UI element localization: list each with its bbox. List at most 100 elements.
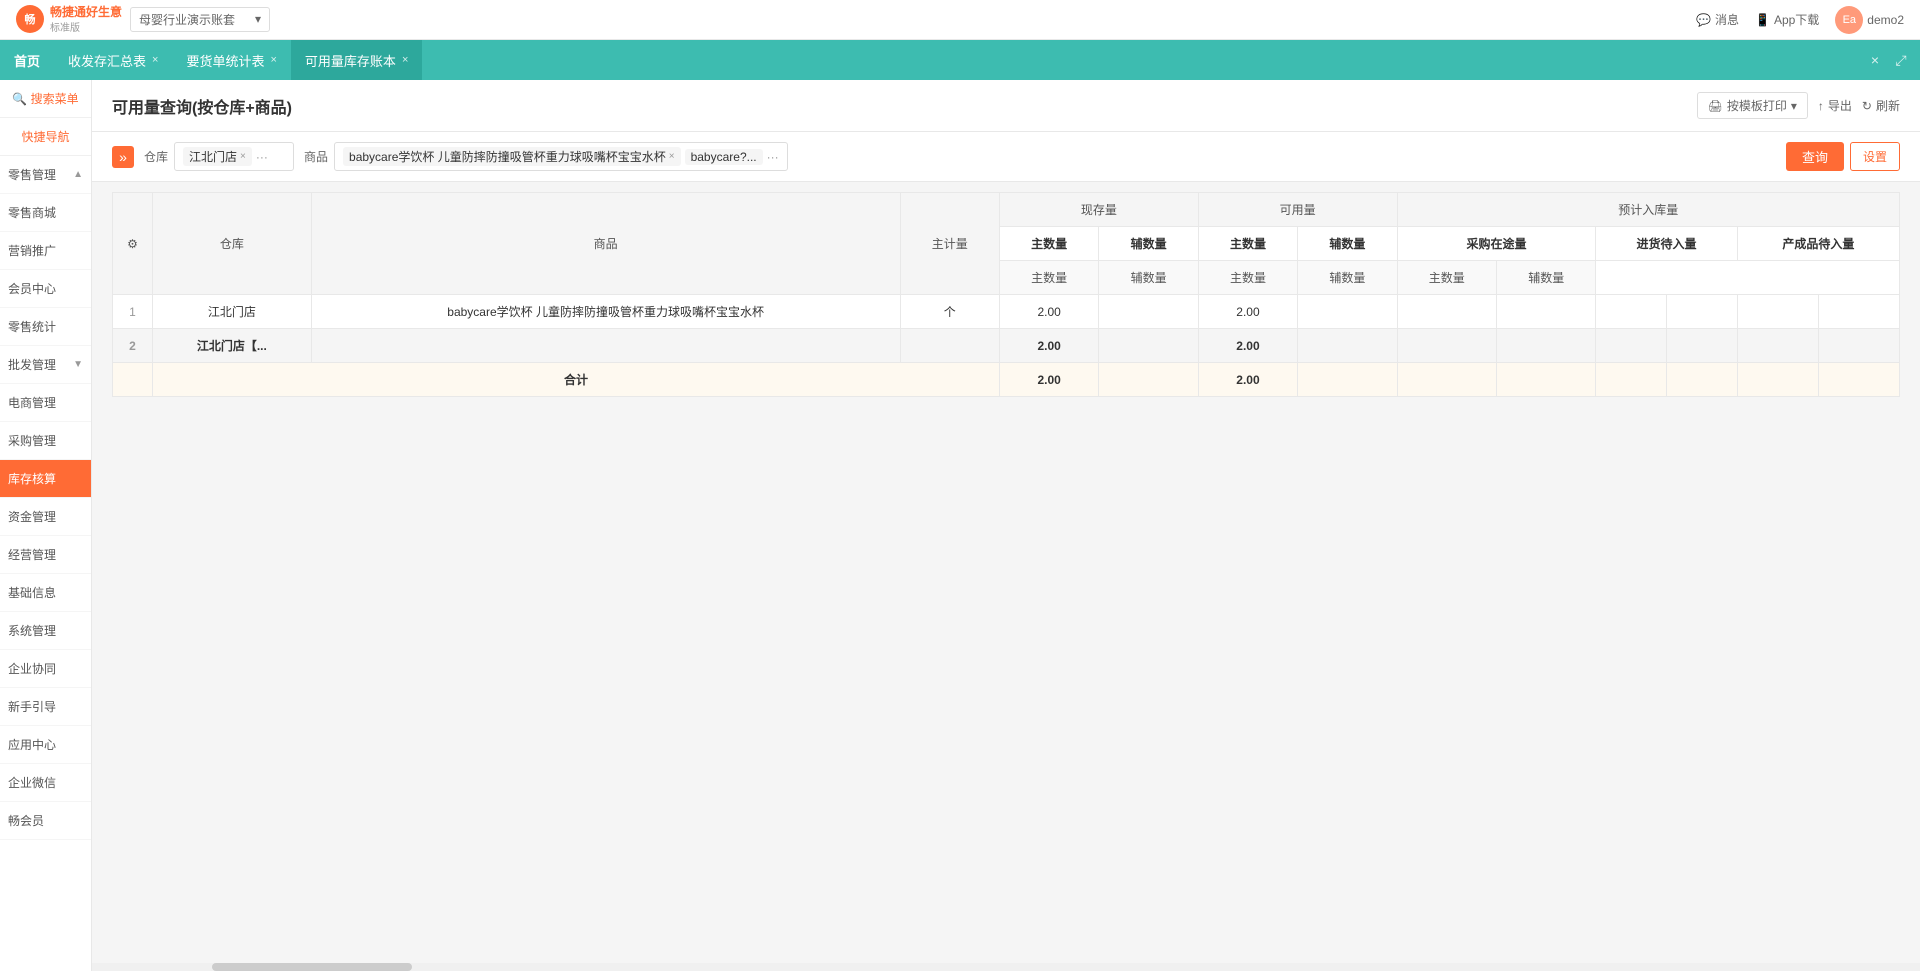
product-tag1-value: babycare学饮杯 儿童防摔防撞吸管杯重力球吸嘴杯宝宝水杯 — [349, 148, 666, 165]
fullscreen-btn[interactable]: ⤢ — [1890, 49, 1912, 71]
pur-transit-main-header: 主数量 — [999, 261, 1098, 295]
avatar: Ea — [1835, 6, 1863, 34]
query-button[interactable]: 查询 — [1786, 142, 1844, 171]
product-more-icon[interactable]: ··· — [767, 150, 779, 164]
chevron-down-icon: ▾ — [255, 12, 261, 26]
refresh-btn[interactable]: ↻ 刷新 — [1862, 97, 1900, 114]
available-group-header: 可用量 — [1198, 193, 1397, 227]
sidebar-search[interactable]: 🔍 搜索菜单 — [0, 80, 91, 118]
footer-pur-transit-main — [1397, 363, 1496, 397]
horizontal-scrollbar[interactable] — [92, 963, 1920, 971]
sidebar-item-wholesale-mgmt[interactable]: 批发管理 ▼ — [0, 346, 91, 384]
refresh-label: 刷新 — [1876, 97, 1900, 114]
tab-order-stats[interactable]: 要货单统计表 × — [172, 40, 290, 80]
table-container[interactable]: ⚙ 仓库 商品 主计量 现存量 可用量 预计入库量 主数量 辅数量 主数量 辅数… — [92, 182, 1920, 963]
unit-cell: 个 — [900, 295, 999, 329]
sidebar-item-app-center-label: 应用中心 — [8, 736, 56, 753]
sidebar-item-app-center[interactable]: 应用中心 — [0, 726, 91, 764]
chevron-down-icon: ▼ — [73, 359, 83, 370]
sidebar-item-retail-mall[interactable]: 零售商城 — [0, 194, 91, 232]
tab-home[interactable]: 首页 — [0, 40, 54, 80]
sidebar-item-purchase-mgmt[interactable]: 采购管理 — [0, 422, 91, 460]
footer-inbound-wait-main — [1596, 363, 1667, 397]
footer-stock-main: 2.00 — [999, 363, 1098, 397]
tab-income-expense[interactable]: 收发存汇总表 × — [54, 40, 172, 80]
sidebar-item-operations-mgmt[interactable]: 经营管理 — [0, 536, 91, 574]
message-btn[interactable]: 💬 消息 — [1696, 11, 1739, 28]
sidebar-item-basic-info[interactable]: 基础信息 — [0, 574, 91, 612]
remove-product1-icon[interactable]: × — [669, 151, 675, 162]
sidebar-item-system-mgmt[interactable]: 系统管理 — [0, 612, 91, 650]
search-icon: 🔍 — [12, 92, 27, 106]
user-btn[interactable]: Ea demo2 — [1835, 6, 1904, 34]
sidebar-item-purchase-mgmt-label: 采购管理 — [8, 432, 56, 449]
sidebar-item-retail-mgmt[interactable]: 零售管理 ▲ — [0, 156, 91, 194]
product-cell-2 — [311, 329, 900, 363]
sidebar-item-retail-mgmt-label: 零售管理 — [8, 166, 56, 183]
remove-warehouse-icon[interactable]: × — [240, 151, 246, 162]
export-btn[interactable]: ↑ 导出 — [1818, 97, 1852, 114]
warehouse-filter-group: 仓库 江北门店 × ··· — [144, 142, 294, 171]
avail-main-cell: 2.00 — [1198, 295, 1297, 329]
sidebar-item-retail-stats[interactable]: 零售统计 — [0, 308, 91, 346]
sidebar-item-enterprise-collab-label: 企业协同 — [8, 660, 56, 677]
close-income-expense-icon[interactable]: × — [152, 54, 158, 66]
sidebar-item-member-vip[interactable]: 畅会员 — [0, 802, 91, 840]
filter-actions: 查询 设置 — [1786, 142, 1900, 171]
planned-inbound-group-header: 预计入库量 — [1397, 193, 1899, 227]
table-row: 1 江北门店 babycare学饮杯 儿童防摔防撞吸管杯重力球吸嘴杯宝宝水杯 个… — [113, 295, 1900, 329]
pur-transit-aux-cell-2 — [1497, 329, 1596, 363]
app-label: App下载 — [1774, 11, 1819, 28]
seq-cell-2: 2 — [113, 329, 153, 363]
sidebar-item-enterprise-collab[interactable]: 企业协同 — [0, 650, 91, 688]
expand-filter-btn[interactable]: » — [112, 146, 134, 168]
seq-cell: 1 — [113, 295, 153, 329]
scroll-thumb[interactable] — [212, 963, 412, 971]
inbound-wait-main-cell — [1596, 295, 1667, 329]
tab-available-inventory[interactable]: 可用量库存账本 × — [291, 40, 422, 80]
export-label: 导出 — [1828, 97, 1852, 114]
logo-text: 畅捷通好生意 — [50, 5, 122, 19]
print-label: 按模板打印 — [1727, 97, 1787, 114]
sidebar-item-new-guide[interactable]: 新手引导 — [0, 688, 91, 726]
warehouse-input[interactable]: 江北门店 × ··· — [174, 142, 294, 171]
warehouse-more-icon[interactable]: ··· — [256, 150, 268, 164]
sidebar-item-ecommerce-mgmt[interactable]: 电商管理 — [0, 384, 91, 422]
close-order-stats-icon[interactable]: × — [270, 54, 276, 66]
print-btn[interactable]: 🖨 按模板打印 ▾ — [1697, 92, 1808, 119]
stock-aux-cell — [1099, 295, 1198, 329]
close-all-tabs-btn[interactable]: × — [1864, 49, 1886, 71]
product-label: 商品 — [304, 148, 328, 165]
settings-button[interactable]: 设置 — [1850, 142, 1900, 171]
product-cell: babycare学饮杯 儿童防摔防撞吸管杯重力球吸嘴杯宝宝水杯 — [311, 295, 900, 329]
sidebar-item-marketing[interactable]: 营销推广 — [0, 232, 91, 270]
logo-area: 畅 畅捷通好生意 标准版 — [16, 5, 122, 34]
print-dropdown-icon: ▾ — [1791, 99, 1797, 113]
sidebar-quick-nav-label: 快捷导航 — [21, 130, 69, 144]
inbound-wait-aux-cell-2 — [1667, 329, 1738, 363]
settings-col-header[interactable]: ⚙ — [113, 193, 153, 295]
warehouse-label: 仓库 — [144, 148, 168, 165]
sidebar-item-finance-mgmt[interactable]: 资金管理 — [0, 498, 91, 536]
product-tag2-value: babycare?... — [691, 150, 757, 164]
warehouse-cell: 江北门店 — [153, 295, 312, 329]
sidebar-item-inventory-check-label: 库存核算 — [8, 470, 56, 487]
produced-wait-header: 产成品待入量 — [1737, 227, 1899, 261]
sidebar-item-finance-mgmt-label: 资金管理 — [8, 508, 56, 525]
logo-text-area: 畅捷通好生意 标准版 — [50, 5, 122, 34]
sidebar-item-inventory-check[interactable]: 库存核算 — [0, 460, 91, 498]
sidebar-item-enterprise-wechat[interactable]: 企业微信 — [0, 764, 91, 802]
product-tag1: babycare学饮杯 儿童防摔防撞吸管杯重力球吸嘴杯宝宝水杯 × — [343, 147, 681, 166]
footer-label: 合计 — [153, 363, 1000, 397]
warehouse-tag: 江北门店 × — [183, 147, 252, 166]
industry-select[interactable]: 母婴行业演示账套 ▾ — [130, 7, 270, 32]
stock-aux-header: 辅数量 — [1099, 227, 1198, 261]
sidebar-item-member-center[interactable]: 会员中心 — [0, 270, 91, 308]
sidebar-search-label: 搜索菜单 — [31, 92, 79, 106]
sidebar-quick-nav[interactable]: 快捷导航 — [0, 118, 91, 156]
close-available-inventory-icon[interactable]: × — [402, 54, 408, 66]
product-input[interactable]: babycare学饮杯 儿童防摔防撞吸管杯重力球吸嘴杯宝宝水杯 × babyca… — [334, 142, 788, 171]
inbound-wait-aux-header: 辅数量 — [1298, 261, 1397, 295]
app-download-btn[interactable]: 📱 App下载 — [1755, 11, 1819, 28]
logo-icon: 畅 — [16, 5, 44, 33]
